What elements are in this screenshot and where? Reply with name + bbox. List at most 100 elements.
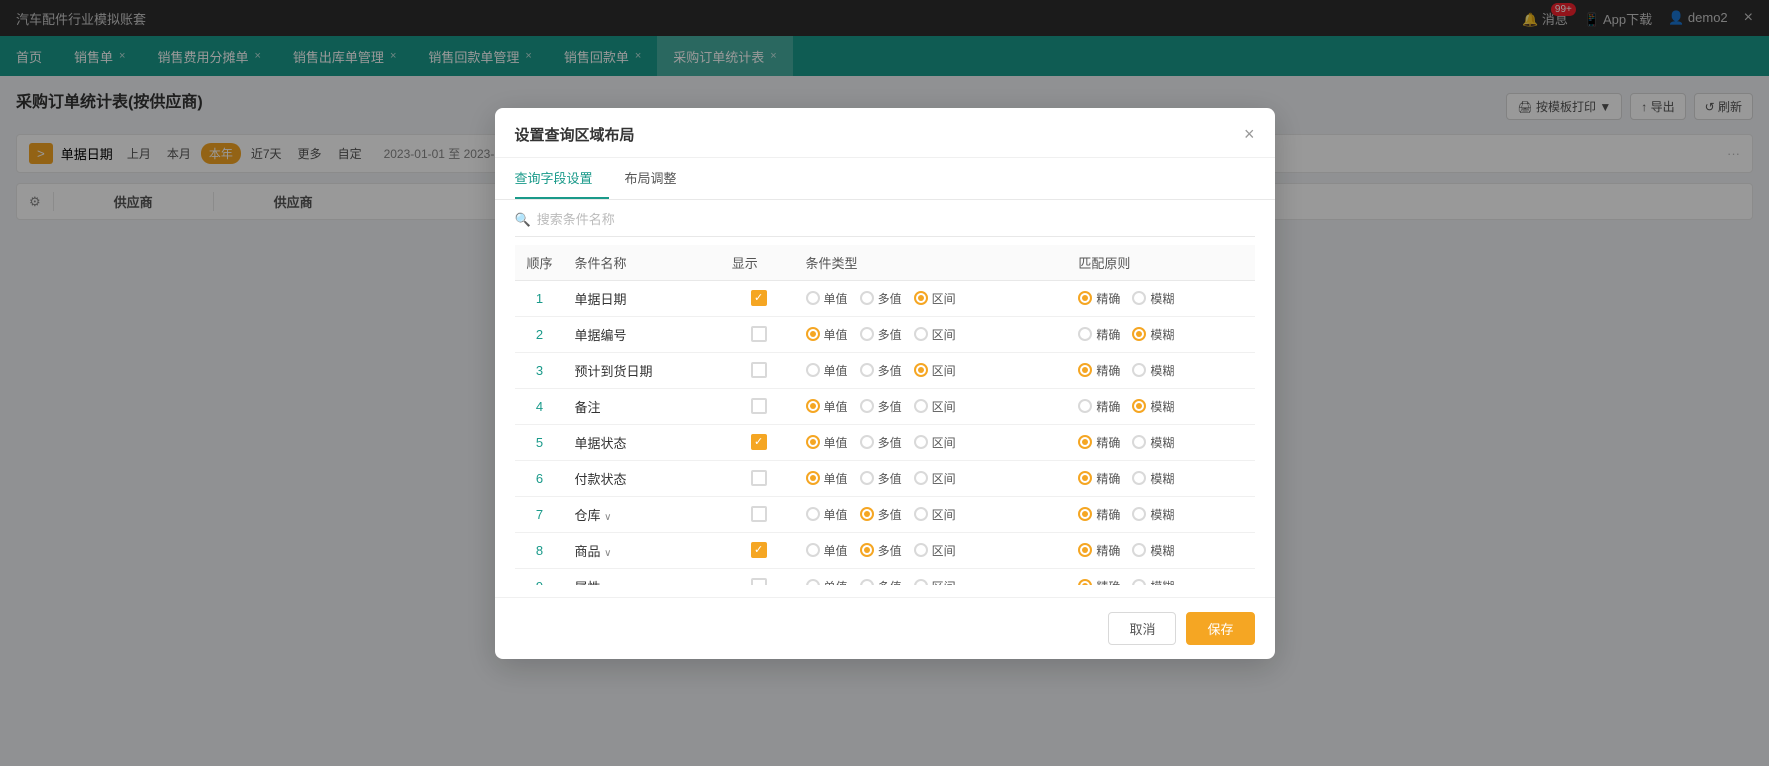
cell-order: 5: [515, 424, 565, 460]
type-radio-item[interactable]: 单值: [806, 470, 848, 487]
cell-match: 精确模糊: [1068, 496, 1254, 532]
tab-layout[interactable]: 布局调整: [625, 158, 693, 199]
type-radio-item[interactable]: 单值: [806, 578, 848, 585]
show-checkbox[interactable]: [751, 578, 767, 585]
radio-label: 多值: [878, 326, 902, 343]
cell-name: 备注: [565, 388, 722, 424]
th-order: 顺序: [515, 245, 565, 281]
match-radio-item[interactable]: 模糊: [1132, 542, 1174, 559]
radio-circle: [806, 507, 820, 521]
type-radio-item[interactable]: 多值: [860, 542, 902, 559]
radio-label: 多值: [878, 290, 902, 307]
type-radio-item[interactable]: 多值: [860, 434, 902, 451]
type-radio-item[interactable]: 区间: [914, 290, 956, 307]
show-checkbox[interactable]: [751, 542, 767, 558]
type-radio-item[interactable]: 单值: [806, 398, 848, 415]
type-radio-item[interactable]: 多值: [860, 362, 902, 379]
radio-circle: [806, 363, 820, 377]
dialog-title: 设置查询区域布局: [515, 124, 635, 145]
dialog-close-btn[interactable]: ×: [1244, 125, 1255, 143]
type-radio-item[interactable]: 区间: [914, 470, 956, 487]
type-radio-item[interactable]: 单值: [806, 542, 848, 559]
type-radio-item[interactable]: 多值: [860, 506, 902, 523]
type-radio-item[interactable]: 多值: [860, 578, 902, 585]
cell-type: 单值多值区间: [796, 496, 1069, 532]
show-checkbox[interactable]: [751, 326, 767, 342]
expand-icon[interactable]: ∨: [604, 548, 611, 559]
type-radio-item[interactable]: 多值: [860, 326, 902, 343]
match-radio-item[interactable]: 精确: [1078, 470, 1120, 487]
radio-label: 单值: [824, 434, 848, 451]
show-checkbox[interactable]: [751, 398, 767, 414]
type-radio-item[interactable]: 单值: [806, 434, 848, 451]
match-radio-item[interactable]: 精确: [1078, 398, 1120, 415]
match-radio-item[interactable]: 模糊: [1132, 506, 1174, 523]
match-radio-item[interactable]: 模糊: [1132, 326, 1174, 343]
show-checkbox[interactable]: [751, 470, 767, 486]
radio-circle: [806, 435, 820, 449]
cell-name: 单据编号: [565, 316, 722, 352]
match-radio-item[interactable]: 精确: [1078, 326, 1120, 343]
show-checkbox[interactable]: [751, 362, 767, 378]
radio-label: 精确: [1096, 362, 1120, 379]
dialog-footer: 取消 保存: [495, 597, 1275, 659]
cell-name: 预计到货日期: [565, 352, 722, 388]
th-show: 显示: [722, 245, 796, 281]
match-radio-item[interactable]: 模糊: [1132, 290, 1174, 307]
type-radio-item[interactable]: 区间: [914, 506, 956, 523]
radio-label: 区间: [932, 542, 956, 559]
radio-circle: [1132, 291, 1146, 305]
cell-type: 单值 多值区间: [796, 316, 1069, 352]
match-radio-item[interactable]: 模糊: [1132, 434, 1174, 451]
cell-order: 2: [515, 316, 565, 352]
cell-order: 6: [515, 460, 565, 496]
type-radio-item[interactable]: 单值: [806, 362, 848, 379]
type-radio-item[interactable]: 多值: [860, 398, 902, 415]
radio-circle: [806, 543, 820, 557]
type-radio-item[interactable]: 区间: [914, 398, 956, 415]
show-checkbox[interactable]: [751, 506, 767, 522]
show-checkbox[interactable]: [751, 290, 767, 306]
cell-name: 付款状态: [565, 460, 722, 496]
match-radio-item[interactable]: 精确: [1078, 542, 1120, 559]
expand-icon[interactable]: ∨: [604, 584, 611, 585]
type-radio-item[interactable]: 区间: [914, 434, 956, 451]
cell-type: 单值多值区间: [796, 424, 1069, 460]
cell-show: [722, 352, 796, 388]
match-radio-item[interactable]: 精确: [1078, 506, 1120, 523]
radio-circle: [914, 471, 928, 485]
radio-label: 模糊: [1150, 578, 1174, 585]
radio-circle: [806, 291, 820, 305]
type-radio-item[interactable]: 多值: [860, 290, 902, 307]
type-radio-item[interactable]: 单值: [806, 290, 848, 307]
match-radio-item[interactable]: 精确: [1078, 578, 1120, 585]
search-input[interactable]: [537, 212, 737, 227]
type-radio-item[interactable]: 单值: [806, 506, 848, 523]
radio-circle: [1078, 363, 1092, 377]
cell-show: [722, 388, 796, 424]
expand-icon[interactable]: ∨: [604, 512, 611, 523]
show-checkbox[interactable]: [751, 434, 767, 450]
match-radio-item[interactable]: 精确: [1078, 362, 1120, 379]
match-radio-item[interactable]: 模糊: [1132, 470, 1174, 487]
type-radio-item[interactable]: 单值: [806, 326, 848, 343]
type-radio-item[interactable]: 区间: [914, 542, 956, 559]
match-radio-item[interactable]: 模糊: [1132, 398, 1174, 415]
type-radio-item[interactable]: 区间: [914, 362, 956, 379]
cell-order: 3: [515, 352, 565, 388]
tab-query-fields[interactable]: 查询字段设置: [515, 158, 609, 199]
radio-label: 精确: [1096, 290, 1120, 307]
save-button[interactable]: 保存: [1186, 612, 1254, 645]
match-radio-item[interactable]: 精确: [1078, 434, 1120, 451]
radio-label: 精确: [1096, 578, 1120, 585]
type-radio-item[interactable]: 多值: [860, 470, 902, 487]
match-radio-item[interactable]: 模糊: [1132, 362, 1174, 379]
type-radio-item[interactable]: 区间: [914, 326, 956, 343]
table-row: 3预计到货日期 单值多值区间 精确模糊: [515, 352, 1255, 388]
match-radio-item[interactable]: 模糊: [1132, 578, 1174, 585]
match-radio-item[interactable]: 精确: [1078, 290, 1120, 307]
type-radio-item[interactable]: 区间: [914, 578, 956, 585]
cancel-button[interactable]: 取消: [1108, 612, 1176, 645]
radio-label: 单值: [824, 542, 848, 559]
dialog-header: 设置查询区域布局 ×: [495, 108, 1275, 158]
